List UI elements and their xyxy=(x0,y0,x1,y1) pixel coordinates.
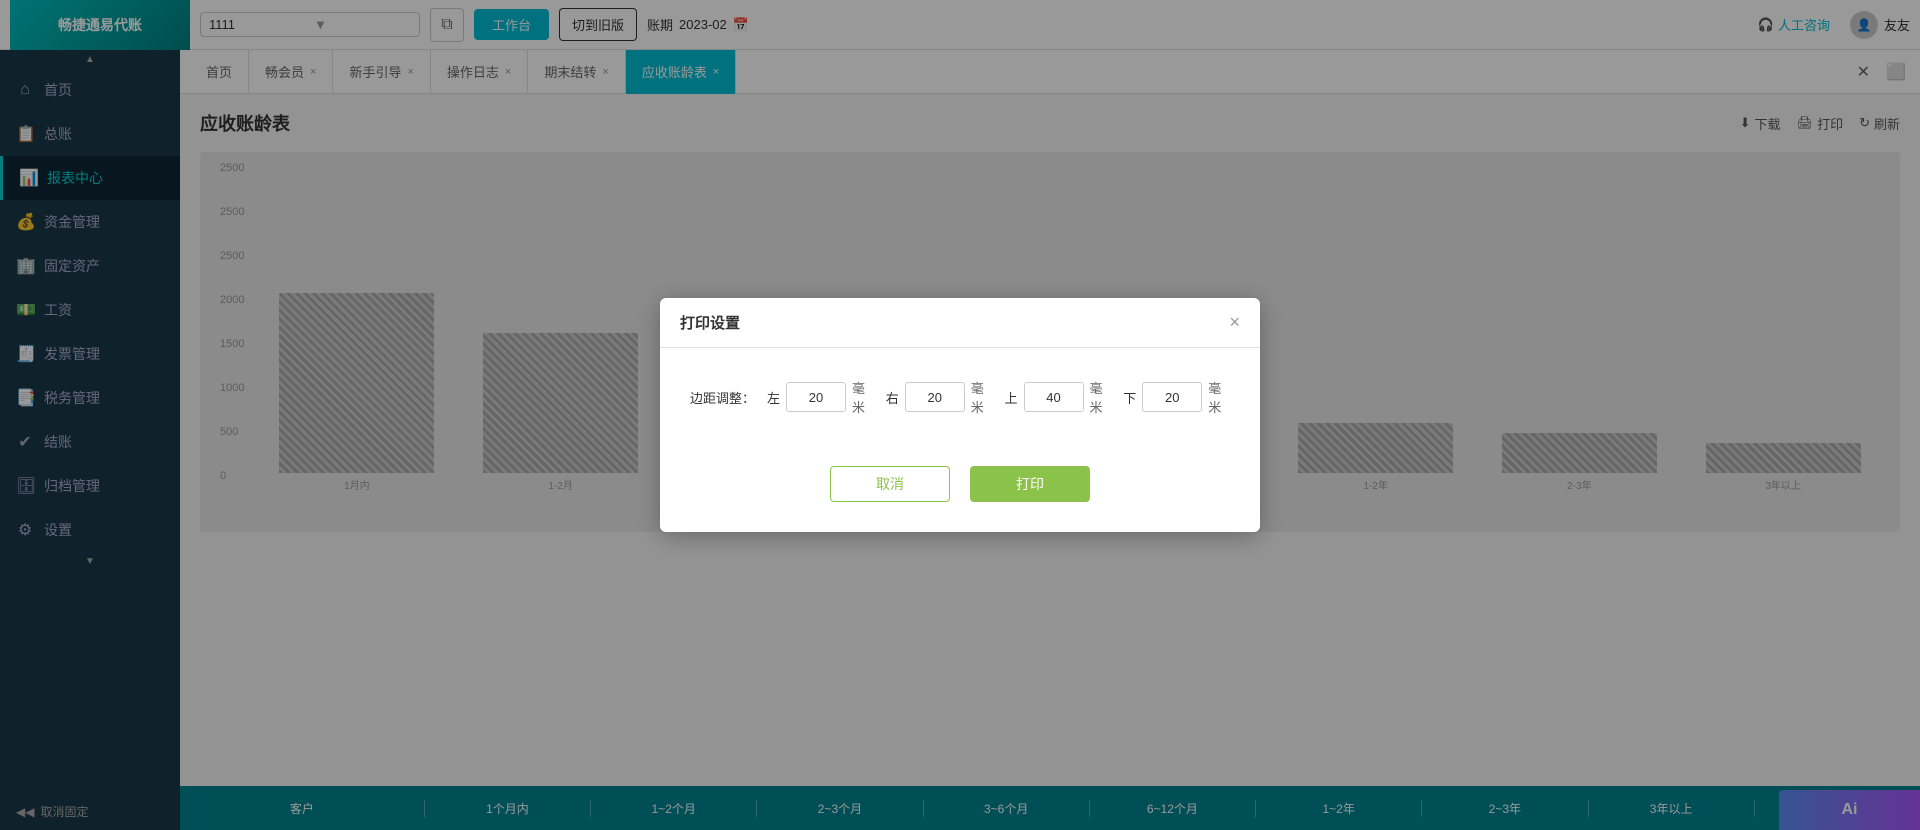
bottom-margin-input[interactable] xyxy=(1142,382,1202,412)
margin-right-group: 右 毫米 xyxy=(886,378,993,416)
right-label: 右 xyxy=(886,388,899,407)
left-margin-input[interactable] xyxy=(786,382,846,412)
modal-footer: 取消 打印 xyxy=(660,466,1260,532)
margin-label: 边距调整： xyxy=(690,388,755,407)
top-unit: 毫米 xyxy=(1090,378,1112,416)
margin-top-group: 上 毫米 xyxy=(1005,378,1112,416)
modal-close-button[interactable]: × xyxy=(1229,312,1240,333)
top-margin-input[interactable] xyxy=(1024,382,1084,412)
bottom-label: 下 xyxy=(1123,388,1136,407)
right-margin-input[interactable] xyxy=(905,382,965,412)
modal-title: 打印设置 xyxy=(680,312,740,333)
top-label: 上 xyxy=(1005,388,1018,407)
modal-header: 打印设置 × xyxy=(660,298,1260,348)
modal-body: 边距调整： 左 毫米 右 毫米 上 毫米 下 xyxy=(660,348,1260,466)
right-unit: 毫米 xyxy=(971,378,993,416)
modal-overlay: 打印设置 × 边距调整： 左 毫米 右 毫米 上 毫米 xyxy=(0,0,1920,830)
print-confirm-button[interactable]: 打印 xyxy=(970,466,1090,502)
margin-bottom-group: 下 毫米 xyxy=(1123,378,1230,416)
cancel-label: 取消 xyxy=(876,476,904,492)
margin-left-group: 左 毫米 xyxy=(767,378,874,416)
print-confirm-label: 打印 xyxy=(1016,476,1044,492)
left-label: 左 xyxy=(767,388,780,407)
margin-row: 边距调整： 左 毫米 右 毫米 上 毫米 下 xyxy=(690,378,1230,416)
cancel-button[interactable]: 取消 xyxy=(830,466,950,502)
bottom-unit: 毫米 xyxy=(1208,378,1230,416)
left-unit: 毫米 xyxy=(852,378,874,416)
print-settings-modal: 打印设置 × 边距调整： 左 毫米 右 毫米 上 毫米 xyxy=(660,298,1260,532)
